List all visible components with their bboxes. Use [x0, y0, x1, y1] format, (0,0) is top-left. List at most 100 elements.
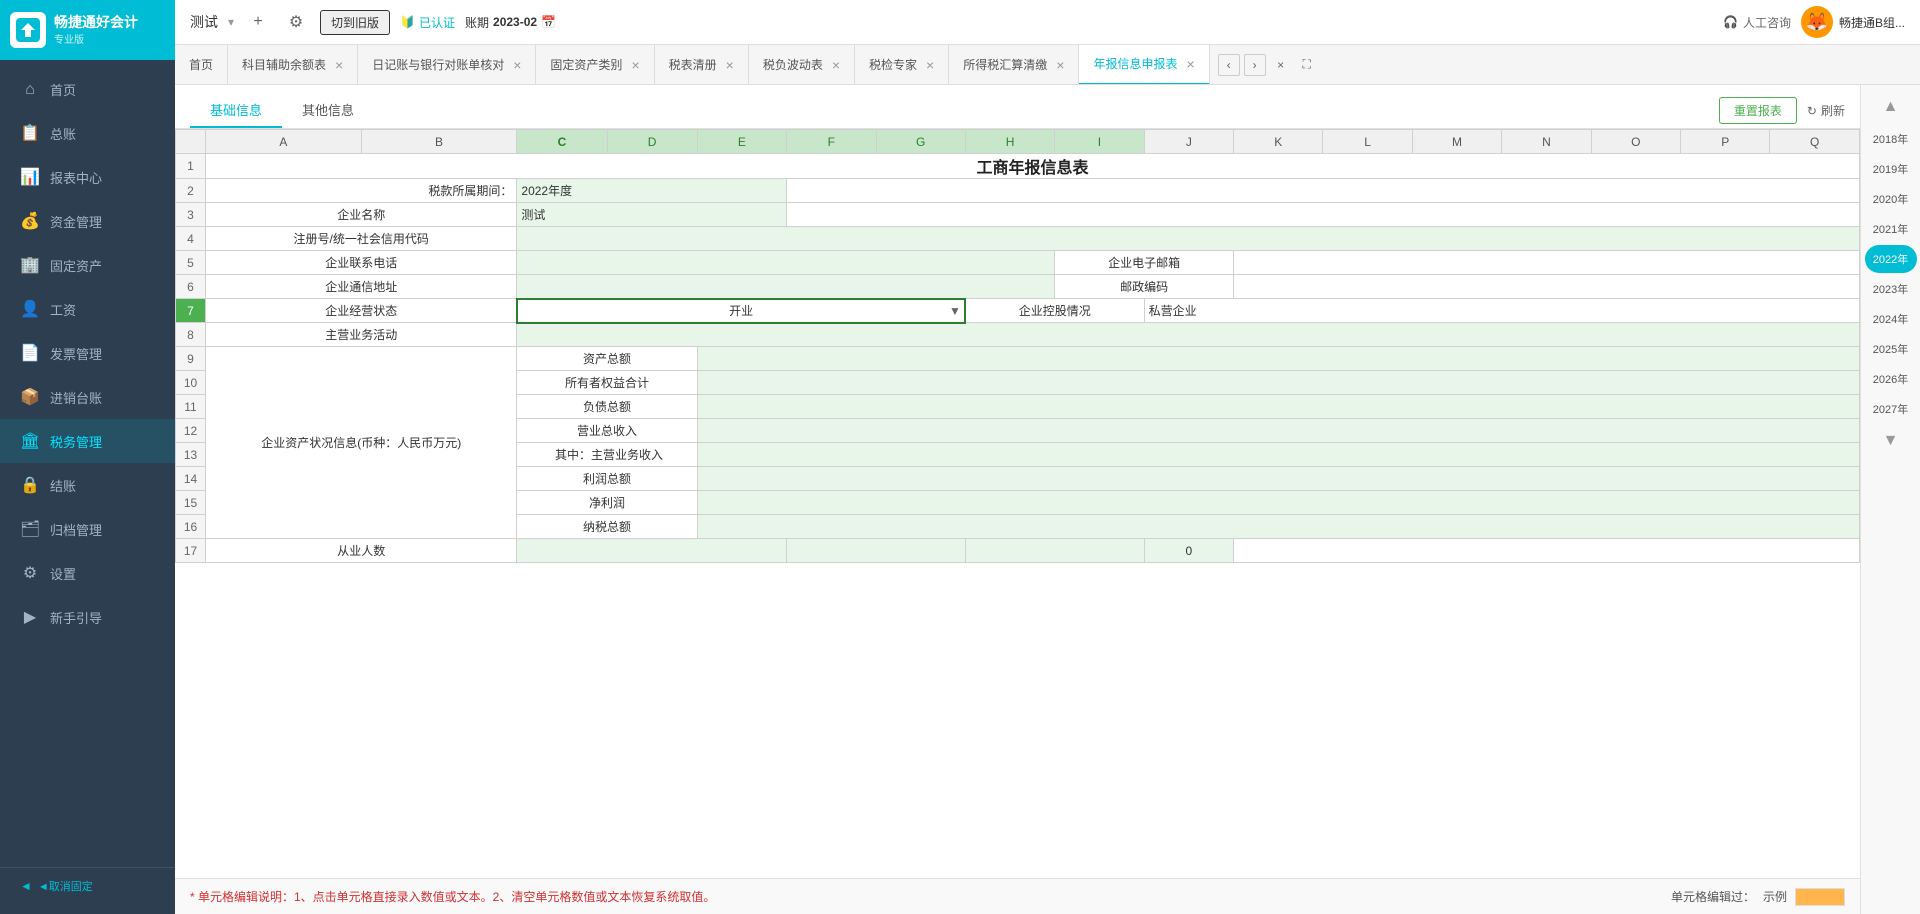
tab-annual-report[interactable]: 年报信息申报表 × — [1079, 45, 1209, 85]
sidebar-item-funds[interactable]: 💰 资金管理 — [0, 199, 175, 243]
year-2025[interactable]: 2025年 — [1865, 335, 1917, 363]
col-K[interactable]: K — [1234, 130, 1323, 154]
cell-17-val2[interactable] — [787, 539, 966, 563]
col-E[interactable]: E — [697, 130, 786, 154]
sidebar-item-tax[interactable]: 🏛 税务管理 — [0, 419, 175, 463]
col-I[interactable]: I — [1055, 130, 1144, 154]
cell-4-value[interactable] — [517, 227, 1860, 251]
col-B[interactable]: B — [361, 130, 517, 154]
col-H[interactable]: H — [965, 130, 1054, 154]
cell-5-email[interactable] — [1234, 251, 1860, 275]
cell-7-status[interactable]: 开业 ▼ — [517, 299, 965, 323]
sidebar-item-guide[interactable]: ▶ 新手引导 — [0, 595, 175, 639]
cell-12-revenue-value[interactable] — [697, 419, 1859, 443]
calendar-icon[interactable]: 📅 — [541, 15, 556, 29]
col-O[interactable]: O — [1591, 130, 1680, 154]
cell-8-label[interactable]: 主营业务活动 — [206, 323, 517, 347]
sidebar-collapse-btn[interactable]: ◄ ◄取消固定 — [0, 867, 175, 904]
sidebar-item-invoice[interactable]: 📄 发票管理 — [0, 331, 175, 375]
topbar-add-btn[interactable]: + — [244, 8, 272, 36]
year-2019[interactable]: 2019年 — [1865, 155, 1917, 183]
col-Q[interactable]: Q — [1770, 130, 1860, 154]
tab-journal-bank-close[interactable]: × — [513, 57, 521, 73]
tab-fixed-assets-cat[interactable]: 固定资产类别 × — [536, 45, 654, 85]
sidebar-item-assets[interactable]: 🏢 固定资产 — [0, 243, 175, 287]
cell-4-label[interactable]: 注册号/统一社会信用代码 — [206, 227, 517, 251]
cell-5-phone[interactable] — [517, 251, 1055, 275]
cell-16-tax-label[interactable]: 纳税总额 — [517, 515, 697, 539]
cell-16-tax-value[interactable] — [697, 515, 1859, 539]
tab-expand-btn[interactable]: ⛶ — [1296, 54, 1318, 76]
cell-7-label[interactable]: 企业经营状态 — [206, 299, 517, 323]
col-M[interactable]: M — [1412, 130, 1501, 154]
cell-17-val1[interactable] — [517, 539, 787, 563]
cell-14-profit-value[interactable] — [697, 467, 1859, 491]
tab-income-tax[interactable]: 所得税汇算清缴 × — [949, 45, 1079, 85]
cell-17-val4[interactable]: 0 — [1144, 539, 1233, 563]
tab-aux-balance[interactable]: 科目辅助余额表 × — [228, 45, 358, 85]
cell-3-empty[interactable] — [787, 203, 1860, 227]
tab-tax-schedule-close[interactable]: × — [726, 57, 734, 73]
reset-btn[interactable]: 重置报表 — [1719, 97, 1797, 124]
cell-17-employee-label[interactable]: 从业人数 — [206, 539, 517, 563]
cell-17-val3[interactable] — [965, 539, 1144, 563]
tab-aux-balance-close[interactable]: × — [335, 57, 343, 73]
cell-15-net-profit-value[interactable] — [697, 491, 1859, 515]
year-down-btn[interactable]: ▼ — [1877, 427, 1905, 455]
year-up-btn[interactable]: ▲ — [1877, 93, 1905, 121]
tab-prev-btn[interactable]: ‹ — [1218, 54, 1240, 76]
cell-2-empty[interactable] — [787, 179, 1860, 203]
sidebar-item-home[interactable]: ⌂ 首页 — [0, 68, 175, 111]
cell-2-value[interactable]: 2022年度 — [517, 179, 787, 203]
cell-15-net-profit-label[interactable]: 净利润 — [517, 491, 697, 515]
year-2027[interactable]: 2027年 — [1865, 395, 1917, 423]
year-2021[interactable]: 2021年 — [1865, 215, 1917, 243]
cell-11-debt-label[interactable]: 负债总额 — [517, 395, 697, 419]
sheet-title[interactable]: 工商年报信息表 — [206, 154, 1860, 179]
sidebar-item-stock[interactable]: 📦 进销台账 — [0, 375, 175, 419]
cell-2-label[interactable]: 税款所属期间： — [206, 179, 517, 203]
cell-8-value[interactable] — [517, 323, 1860, 347]
tab-tax-burden-close[interactable]: × — [832, 57, 840, 73]
col-N[interactable]: N — [1502, 130, 1591, 154]
cell-12-revenue-label[interactable]: 营业总收入 — [517, 419, 697, 443]
tab-tax-expert-close[interactable]: × — [926, 57, 934, 73]
cell-10-equity-label[interactable]: 所有者权益合计 — [517, 371, 697, 395]
cell-6-addr[interactable] — [517, 275, 1055, 299]
tab-journal-bank[interactable]: 日记账与银行对账单核对 × — [358, 45, 536, 85]
cell-6-label[interactable]: 企业通信地址 — [206, 275, 517, 299]
topbar-settings-btn[interactable]: ⚙ — [282, 8, 310, 36]
col-F[interactable]: F — [787, 130, 876, 154]
tab-close-all-btn[interactable]: × — [1270, 54, 1292, 76]
tab-home[interactable]: 首页 — [175, 45, 228, 85]
topbar-service-btn[interactable]: 🎧 人工咨询 — [1723, 14, 1791, 31]
year-2020[interactable]: 2020年 — [1865, 185, 1917, 213]
sidebar-item-payroll[interactable]: 👤 工资 — [0, 287, 175, 331]
sidebar-item-archive[interactable]: 🗂 归档管理 — [0, 507, 175, 551]
year-2023[interactable]: 2023年 — [1865, 275, 1917, 303]
cell-5-label[interactable]: 企业联系电话 — [206, 251, 517, 275]
sidebar-item-report[interactable]: 📊 报表中心 — [0, 155, 175, 199]
tab-income-tax-close[interactable]: × — [1056, 57, 1064, 73]
cell-13-main-revenue-label[interactable]: 其中：主营业务收入 — [517, 443, 697, 467]
col-G[interactable]: G — [876, 130, 965, 154]
cell-10-equity-value[interactable] — [697, 371, 1859, 395]
sub-tab-basic[interactable]: 基础信息 — [190, 93, 282, 128]
cell-6-postal-label[interactable]: 邮政编码 — [1055, 275, 1234, 299]
tab-tax-burden[interactable]: 税负波动表 × — [749, 45, 855, 85]
cell-3-value[interactable]: 测试 — [517, 203, 787, 227]
tab-tax-expert[interactable]: 税检专家 × — [855, 45, 949, 85]
sidebar-item-close[interactable]: 🔒 结账 — [0, 463, 175, 507]
sidebar-item-ledger[interactable]: 📋 总账 — [0, 111, 175, 155]
col-C[interactable]: C — [517, 130, 607, 154]
tab-tax-schedule[interactable]: 税表清册 × — [655, 45, 749, 85]
year-2022[interactable]: 2022年 — [1865, 245, 1917, 273]
year-2024[interactable]: 2024年 — [1865, 305, 1917, 333]
tab-fixed-assets-close[interactable]: × — [631, 57, 639, 73]
sidebar-item-settings[interactable]: ⚙ 设置 — [0, 551, 175, 595]
spreadsheet-container[interactable]: A B C D E F G H I J K L — [175, 129, 1860, 878]
topbar-dropdown-arrow[interactable]: ▾ — [228, 15, 234, 29]
col-J[interactable]: J — [1144, 130, 1233, 154]
cell-9-asset-label[interactable]: 资产总额 — [517, 347, 697, 371]
cell-7-holding-label[interactable]: 企业控股情况 — [965, 299, 1144, 323]
